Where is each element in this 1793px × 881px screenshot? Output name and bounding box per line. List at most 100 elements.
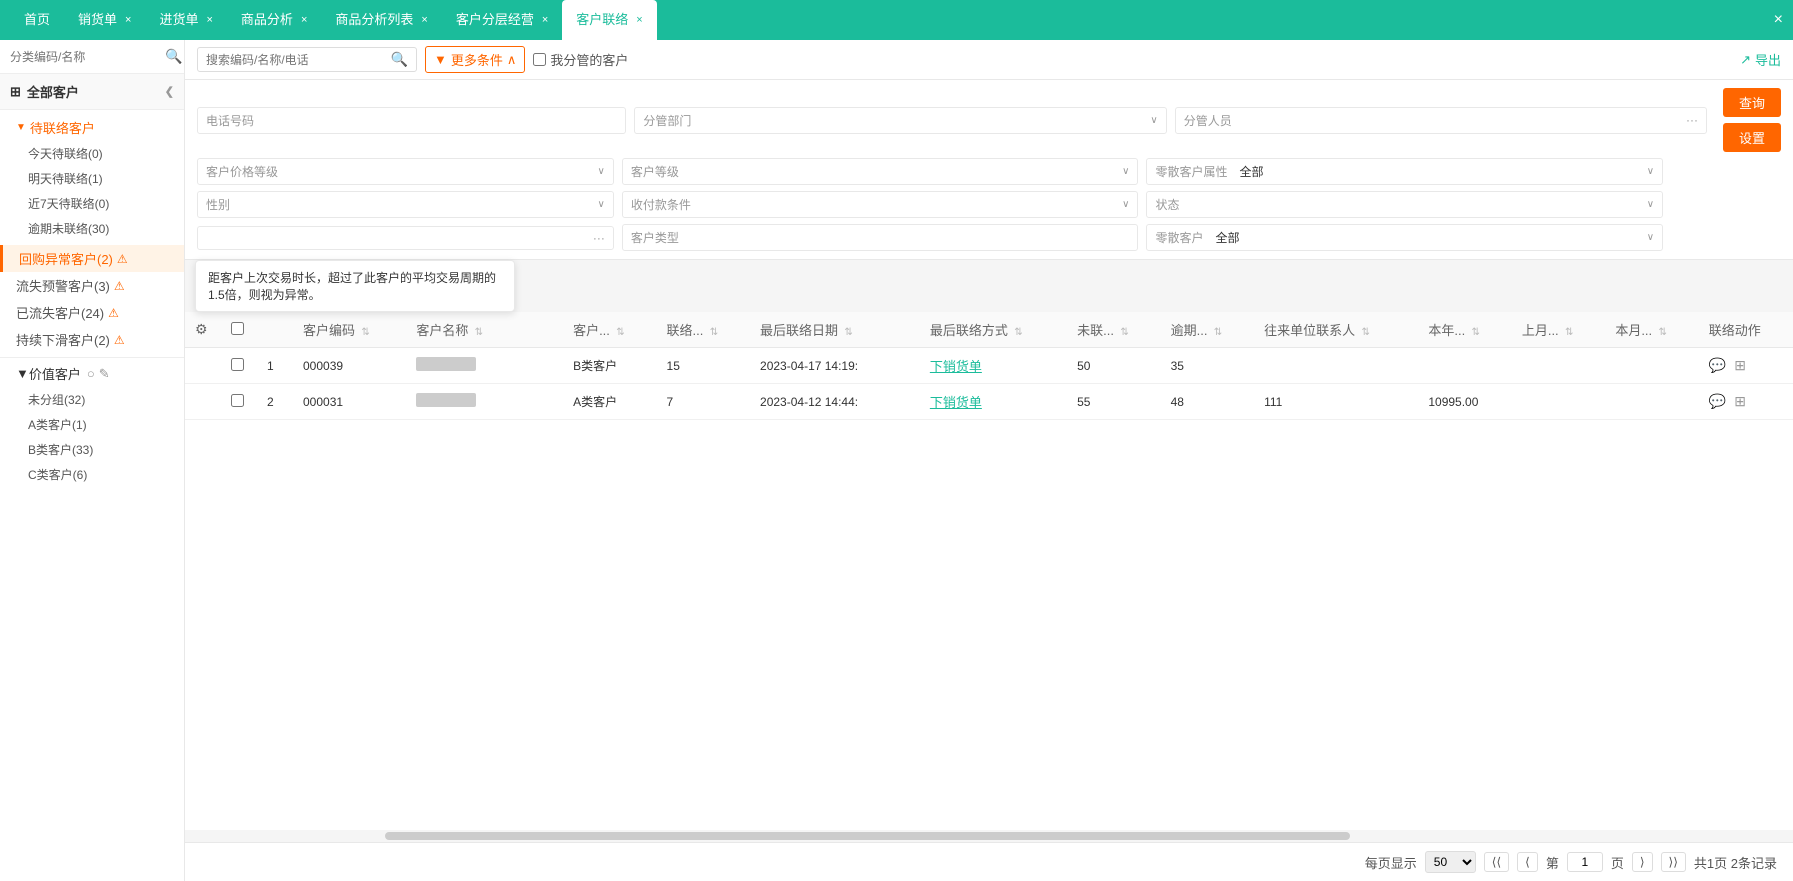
nav-item-sales[interactable]: 销货单 × xyxy=(64,0,145,40)
retail-attr-field[interactable]: 零散客户属性 全部 ∨ xyxy=(1146,158,1663,185)
sort-icon[interactable]: ⇅ xyxy=(1659,327,1667,338)
sidebar-item-anomaly[interactable]: 回购异常客户(2) ⚠ xyxy=(0,245,184,272)
sidebar-item-today[interactable]: 今天待联络(0) xyxy=(0,141,184,166)
sidebar-item-declining[interactable]: 持续下滑客户(2) ⚠ xyxy=(0,326,184,353)
customer-type-field[interactable]: 客户类型 xyxy=(622,224,1139,251)
row-checkbox[interactable] xyxy=(231,394,244,407)
grid-icon[interactable]: ⊞ xyxy=(1734,357,1746,374)
collapse-icon[interactable]: ❮ xyxy=(165,85,174,98)
value-customers-title[interactable]: ▼ 价值客户 ○ ✎ xyxy=(0,357,184,387)
price-grade-field[interactable]: 客户价格等级 ∨ xyxy=(197,158,614,185)
sort-icon[interactable]: ⇅ xyxy=(1120,327,1128,338)
close-icon[interactable]: × xyxy=(206,0,212,40)
edit-icon[interactable]: ✎ xyxy=(99,366,110,382)
cell-settings xyxy=(185,348,221,384)
customer-type-more: ··· xyxy=(197,226,614,250)
next-page-button[interactable]: ⟩ xyxy=(1632,852,1653,872)
sidebar-item-overdue[interactable]: 逾期未联络(30) xyxy=(0,216,184,241)
close-icon[interactable]: × xyxy=(421,0,427,40)
nav-item-product-list[interactable]: 商品分析列表 × xyxy=(321,0,441,40)
sidebar-search-input[interactable] xyxy=(10,50,165,64)
horizontal-scrollbar[interactable] xyxy=(185,830,1793,842)
ellipsis-icon[interactable]: ··· xyxy=(593,231,605,245)
sidebar-item-tomorrow[interactable]: 明天待联络(1) xyxy=(0,166,184,191)
status-field[interactable]: 状态 ∨ xyxy=(1146,191,1663,218)
contact-method-link[interactable]: 下销货单 xyxy=(930,395,982,410)
sort-icon[interactable]: ⇅ xyxy=(361,327,369,338)
gender-field[interactable]: 性别 ∨ xyxy=(197,191,614,218)
sort-icon[interactable]: ⇅ xyxy=(1214,327,1222,338)
circle-icon[interactable]: ○ xyxy=(87,366,95,382)
th-last-contact-date: 最后联络日期 ⇅ xyxy=(750,312,920,348)
contact-method-link[interactable]: 下销货单 xyxy=(930,359,982,374)
sidebar-item-unclassified[interactable]: 未分组(32) xyxy=(0,387,184,412)
nav-item-customer-contact[interactable]: 客户联络 × xyxy=(562,0,656,40)
sidebar-item-lost-pre[interactable]: 流失预警客户(3) ⚠ xyxy=(0,272,184,299)
more-conditions-button[interactable]: ▼ 更多条件 ∧ xyxy=(425,46,525,73)
sidebar-item-7days[interactable]: 近7天待联络(0) xyxy=(0,191,184,216)
dept-field[interactable]: 分管部门 ∨ xyxy=(634,107,1166,134)
pending-contact-title[interactable]: ▼ 待联络客户 xyxy=(0,114,184,141)
customer-grade-field[interactable]: 客户等级 ∨ xyxy=(622,158,1139,185)
chevron-down-icon: ∨ xyxy=(1122,199,1129,210)
sort-icon[interactable]: ⇅ xyxy=(1565,327,1573,338)
pagination: 每页显示 50 10 20 100 ⟨⟨ ⟨ 第 页 ⟩ ⟩⟩ 共1页 2条记录 xyxy=(185,842,1793,881)
cell-settings xyxy=(185,384,221,420)
nav-item-customer-tier[interactable]: 客户分层经营 × xyxy=(442,0,562,40)
cell-last-contact-date: 2023-04-12 14:44: xyxy=(750,384,920,420)
ellipsis-icon[interactable]: ··· xyxy=(1686,113,1698,127)
last-page-button[interactable]: ⟩⟩ xyxy=(1661,852,1686,872)
chevron-down-icon: ∨ xyxy=(1647,166,1654,177)
sidebar-item-a-class[interactable]: A类客户(1) xyxy=(0,412,184,437)
sort-icon[interactable]: ⇅ xyxy=(616,327,624,338)
search-icon[interactable]: 🔍 xyxy=(165,48,182,65)
prev-page-button[interactable]: ⟨ xyxy=(1517,852,1538,872)
retail-customer-field[interactable]: 零散客户 全部 ∨ xyxy=(1146,224,1663,251)
window-close-button[interactable]: × xyxy=(1774,11,1783,29)
filter-bar: 🔍 ▼ 更多条件 ∧ 我分管的客户 ↗ 导出 xyxy=(185,40,1793,80)
all-customers-header[interactable]: ⊞ 全部客户 ❮ xyxy=(0,74,184,110)
search-input[interactable] xyxy=(206,53,391,67)
close-icon[interactable]: × xyxy=(636,0,642,40)
sort-icon[interactable]: ⇅ xyxy=(1014,327,1022,338)
row-checkbox[interactable] xyxy=(231,358,244,371)
sidebar-item-lost[interactable]: 已流失客户(24) ⚠ xyxy=(0,299,184,326)
phone-input[interactable] xyxy=(260,113,617,127)
manager-field[interactable]: 分管人员 ··· xyxy=(1175,107,1707,134)
cell-overdue: 35 xyxy=(1161,348,1254,384)
my-customers-wrap: 我分管的客户 xyxy=(533,50,628,69)
settings-button[interactable]: 设置 xyxy=(1723,123,1781,152)
advanced-filter: 电话号码 分管部门 ∨ 分管人员 ··· 查询 设置 xyxy=(185,80,1793,260)
export-button[interactable]: ↗ 导出 xyxy=(1740,50,1781,69)
sort-icon[interactable]: ⇅ xyxy=(1472,327,1480,338)
payment-field[interactable]: 收付款条件 ∨ xyxy=(622,191,1139,218)
chevron-up-icon: ∧ xyxy=(507,52,517,68)
grid-icon[interactable]: ⊞ xyxy=(1734,393,1746,410)
my-customers-checkbox[interactable] xyxy=(533,53,546,66)
chat-icon[interactable]: 💬 xyxy=(1709,393,1726,410)
sort-icon[interactable]: ⇅ xyxy=(844,327,852,338)
nav-item-purchase[interactable]: 进货单 × xyxy=(145,0,226,40)
sort-icon[interactable]: ⇅ xyxy=(710,327,718,338)
th-last-contact-method: 最后联络方式 ⇅ xyxy=(920,312,1067,348)
per-page-select[interactable]: 50 10 20 100 xyxy=(1425,851,1476,873)
sidebar-item-b-class[interactable]: B类客户(33) xyxy=(0,437,184,462)
close-icon[interactable]: × xyxy=(125,0,131,40)
sidebar-item-c-class[interactable]: C类客户(6) xyxy=(0,462,184,487)
first-page-button[interactable]: ⟨⟨ xyxy=(1484,852,1509,872)
close-icon[interactable]: × xyxy=(542,0,548,40)
chevron-down-icon: ∨ xyxy=(1647,199,1654,210)
gear-icon[interactable]: ⚙ xyxy=(195,321,208,337)
nav-item-product-analysis[interactable]: 商品分析 × xyxy=(227,0,321,40)
select-all-checkbox[interactable] xyxy=(231,322,244,335)
nav-item-home[interactable]: 首页 xyxy=(10,0,64,40)
close-icon[interactable]: × xyxy=(301,0,307,40)
search-icon[interactable]: 🔍 xyxy=(391,51,408,68)
query-button[interactable]: 查询 xyxy=(1723,88,1781,117)
th-customer-level: 客户... ⇅ xyxy=(563,312,656,348)
sort-icon[interactable]: ⇅ xyxy=(1361,327,1369,338)
warning-icon: ⚠ xyxy=(114,279,125,293)
page-input[interactable] xyxy=(1567,852,1603,872)
chat-icon[interactable]: 💬 xyxy=(1709,357,1726,374)
sort-icon[interactable]: ⇅ xyxy=(475,327,483,338)
